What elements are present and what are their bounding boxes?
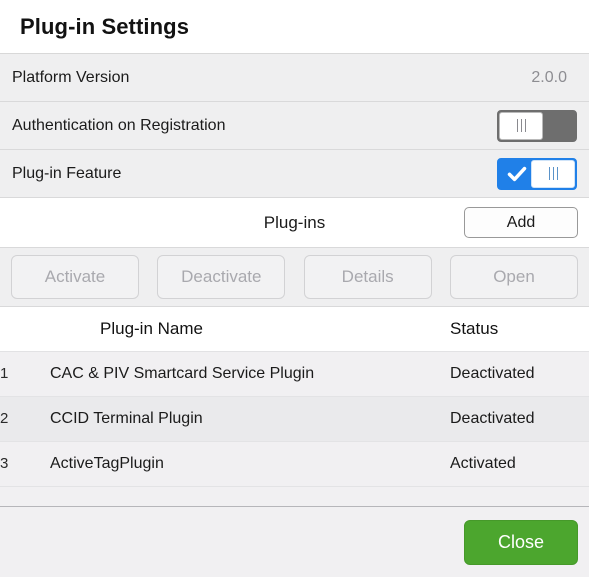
- setting-row-plugin-feature: Plug-in Feature: [0, 150, 589, 198]
- table-header-row: Plug-in Name Status: [0, 307, 589, 351]
- setting-row-authentication-on-registration: Authentication on Registration: [0, 102, 589, 150]
- plugins-table: Plug-in Name Status 1 CAC & PIV Smartcar…: [0, 307, 589, 487]
- plugin-feature-label: Plug-in Feature: [12, 164, 122, 182]
- row-status: Deactivated: [450, 409, 535, 427]
- row-index: 3: [0, 455, 9, 472]
- toggle-knob: [499, 111, 543, 140]
- column-header-index: [0, 307, 50, 351]
- grip-lines-icon: [516, 119, 526, 132]
- platform-version-label: Platform Version: [12, 68, 130, 86]
- column-header-status: Status: [450, 307, 589, 351]
- activate-button[interactable]: Activate: [11, 255, 139, 299]
- column-header-status-label: Status: [450, 318, 499, 338]
- setting-row-platform-version: Platform Version 2.0.0: [0, 54, 589, 102]
- row-status: Deactivated: [450, 364, 535, 382]
- plugin-settings-dialog: Plug-in Settings Platform Version 2.0.0 …: [0, 0, 589, 577]
- row-plugin-name: CAC & PIV Smartcard Service Plugin: [50, 364, 315, 382]
- dialog-titlebar: Plug-in Settings: [0, 0, 589, 54]
- open-button[interactable]: Open: [449, 255, 578, 299]
- row-status: Activated: [450, 454, 516, 472]
- table-row[interactable]: 3 ActiveTagPlugin Activated: [0, 441, 589, 486]
- settings-list: Platform Version 2.0.0 Authentication on…: [0, 54, 589, 198]
- add-button[interactable]: Add: [464, 207, 578, 238]
- table-row[interactable]: 1 CAC & PIV Smartcard Service Plugin Dea…: [0, 351, 589, 396]
- authentication-on-registration-toggle[interactable]: [497, 109, 577, 142]
- plugins-section-header: Plug-ins Add: [0, 198, 589, 248]
- column-header-plugin-name: Plug-in Name: [50, 307, 450, 351]
- row-plugin-name: ActiveTagPlugin: [50, 454, 164, 472]
- platform-version-value: 2.0.0: [531, 68, 567, 86]
- plugin-actions-toolbar: Activate Deactivate Details Open: [0, 248, 589, 307]
- close-button[interactable]: Close: [464, 519, 578, 565]
- checkmark-icon: [507, 166, 527, 181]
- table-row[interactable]: 2 CCID Terminal Plugin Deactivated: [0, 396, 589, 441]
- authentication-on-registration-label: Authentication on Registration: [12, 116, 226, 134]
- grip-lines-icon: [548, 167, 558, 180]
- toggle-knob: [531, 159, 575, 188]
- row-index: 1: [0, 365, 9, 382]
- column-header-plugin-name-label: Plug-in Name: [100, 318, 203, 338]
- plugin-feature-toggle[interactable]: [497, 157, 577, 190]
- page-title: Plug-in Settings: [20, 13, 190, 39]
- row-plugin-name: CCID Terminal Plugin: [50, 409, 203, 427]
- details-button[interactable]: Details: [303, 255, 432, 299]
- dialog-footer: Close: [0, 506, 589, 577]
- deactivate-button[interactable]: Deactivate: [157, 255, 286, 299]
- row-index: 2: [0, 410, 9, 427]
- plugins-table-container: Plug-in Name Status 1 CAC & PIV Smartcar…: [0, 307, 589, 506]
